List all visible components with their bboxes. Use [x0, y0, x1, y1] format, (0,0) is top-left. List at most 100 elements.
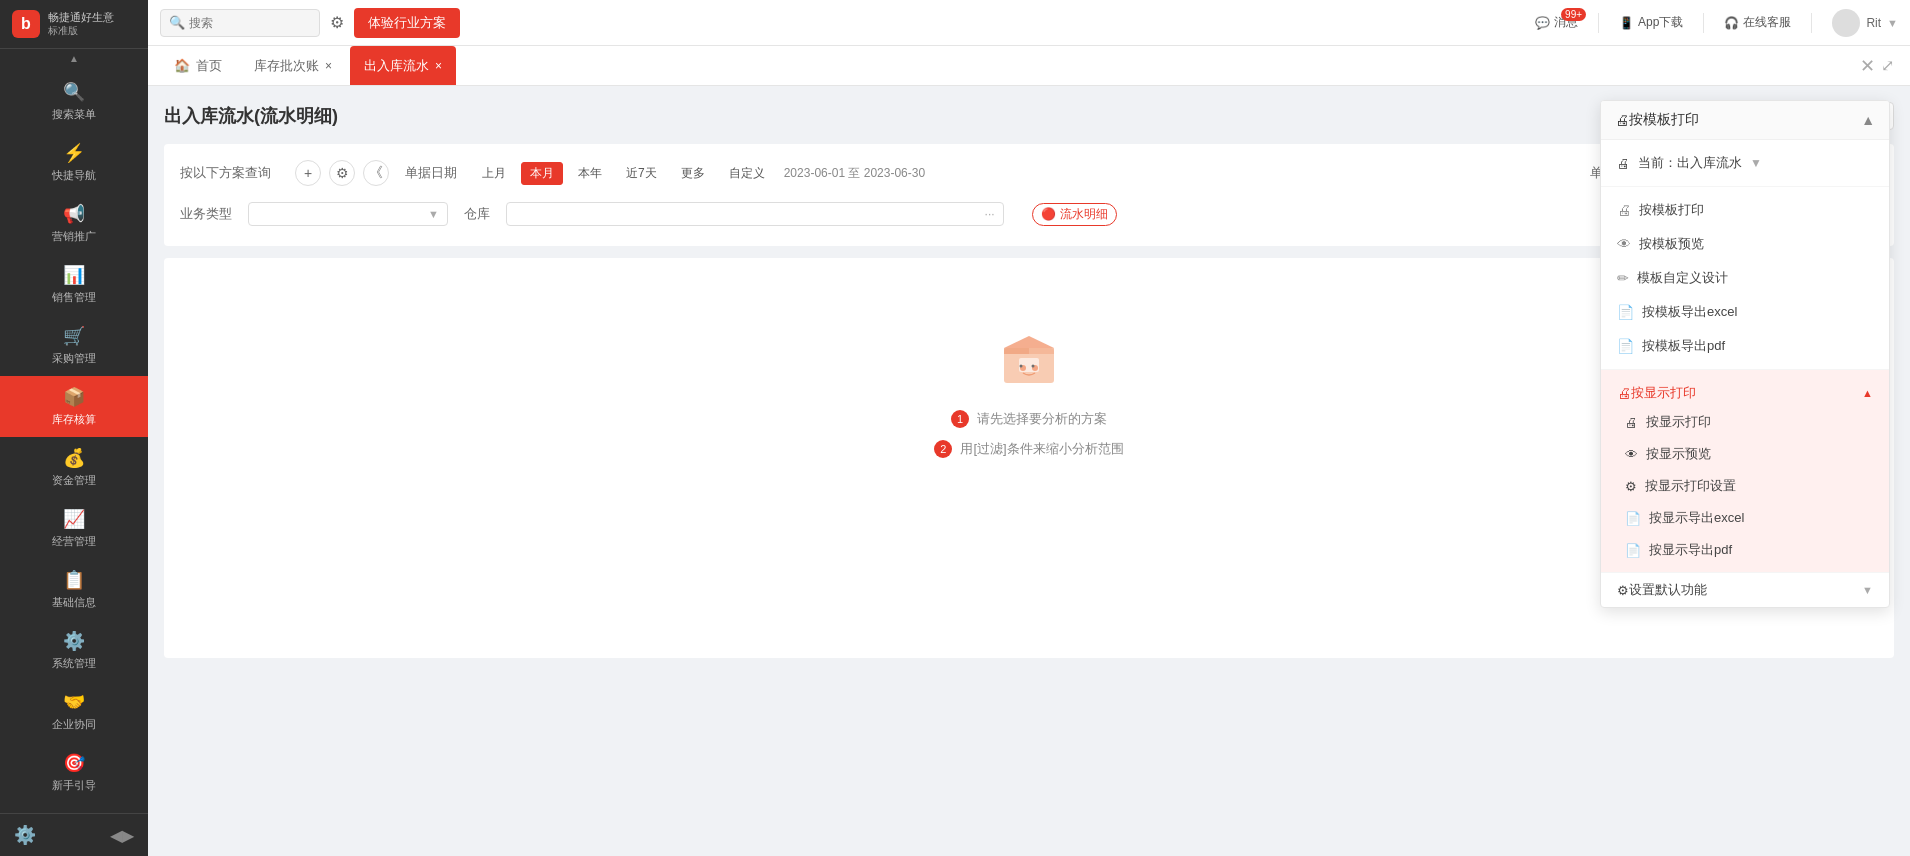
sidebar-item-marketing[interactable]: 📢 营销推广: [0, 193, 148, 254]
display-pdf-item[interactable]: 📄 按显示导出pdf: [1601, 534, 1889, 566]
collapse-filter-btn[interactable]: 《: [363, 160, 389, 186]
svg-marker-1: [1004, 336, 1054, 348]
sidebar-item-purchase[interactable]: 🛒 采购管理: [0, 315, 148, 376]
empty-step-2-text: 用[过滤]条件来缩小分析范围: [960, 440, 1123, 458]
display-preview-item[interactable]: 👁 按显示预览: [1601, 438, 1889, 470]
current-selection-item[interactable]: 🖨 当前：出入库流水 ▼: [1601, 146, 1889, 180]
tab-batch-account[interactable]: 库存批次账 ×: [240, 46, 346, 85]
date-btn-this-year[interactable]: 本年: [569, 162, 611, 185]
template-preview-item[interactable]: 👁 按模板预览: [1601, 227, 1889, 261]
display-print-chevron: ▲: [1862, 387, 1873, 399]
purchase-icon: 🛒: [63, 325, 85, 347]
warehouse-select[interactable]: ···: [506, 202, 1004, 226]
dprint-icon: 🖨: [1625, 415, 1638, 430]
dropdown-footer[interactable]: ⚙ 设置默认功能 ▼: [1601, 573, 1889, 607]
tpdf-icon: 📄: [1617, 338, 1634, 354]
app-download-label: App下载: [1638, 14, 1683, 31]
scroll-up-indicator[interactable]: ▲: [0, 49, 148, 67]
cooperation-icon: 🤝: [63, 691, 85, 713]
dropdown-header: 🖨 按模板打印 ▲: [1601, 101, 1889, 140]
sidebar-item-search[interactable]: 🔍 搜索菜单: [0, 71, 148, 132]
empty-step-1-text: 请先选择要分析的方案: [977, 410, 1107, 428]
sidebar-item-label: 快捷导航: [52, 168, 96, 183]
date-btn-more[interactable]: 更多: [672, 162, 714, 185]
tab-flow-close[interactable]: ×: [435, 59, 442, 73]
sidebar-item-apps[interactable]: 🧩 应用中心: [0, 803, 148, 813]
dpreview-icon: 👁: [1625, 447, 1638, 462]
search-input[interactable]: [189, 16, 289, 30]
inventory-icon: 📦: [63, 386, 85, 408]
chip-group: 🔴 流水明细: [1032, 203, 1117, 226]
current-arrow-icon: ▼: [1750, 156, 1762, 170]
display-print-header[interactable]: 🖨 按显示打印 ▲: [1601, 376, 1889, 406]
sidebar-settings-icon[interactable]: ⚙️: [14, 824, 36, 846]
settings-filter-btn[interactable]: ⚙: [329, 160, 355, 186]
sidebar-item-label: 资金管理: [52, 473, 96, 488]
user-menu[interactable]: Rit ▼: [1832, 9, 1898, 37]
topbar-search-box[interactable]: 🔍: [160, 9, 320, 37]
flow-detail-chip[interactable]: 🔴 流水明细: [1032, 203, 1117, 226]
date-btn-last-month[interactable]: 上月: [473, 162, 515, 185]
app-name: 畅捷通好生意: [48, 10, 114, 24]
current-label: 当前：出入库流水: [1638, 154, 1742, 172]
sidebar-item-operations[interactable]: 📈 经营管理: [0, 498, 148, 559]
empty-illustration: [989, 318, 1069, 398]
expand-icon[interactable]: ⤢: [1881, 56, 1894, 75]
template-design-item[interactable]: ✏ 模板自定义设计: [1601, 261, 1889, 295]
tab-flow[interactable]: 出入库流水 ×: [350, 46, 456, 85]
template-print-item[interactable]: 🖨 按模板打印: [1601, 193, 1889, 227]
topbar: 🔍 ⚙ 体验行业方案 💬 消息 99+ 📱 App下载 🎧 在线客服 Rit ▼: [148, 0, 1910, 46]
warehouse-label: 仓库: [464, 205, 490, 223]
svg-point-7: [1020, 365, 1023, 368]
date-btn-7days[interactable]: 近7天: [617, 162, 666, 185]
close-page-icon[interactable]: ✕: [1860, 55, 1875, 77]
dprintsettings-icon: ⚙: [1625, 479, 1637, 494]
display-preview-label: 按显示预览: [1646, 445, 1711, 463]
sidebar-item-sales[interactable]: 📊 销售管理: [0, 254, 148, 315]
service-icon: 🎧: [1724, 16, 1739, 30]
tab-batch-close[interactable]: ×: [325, 59, 332, 73]
display-print-section: 🖨 按显示打印 ▲ 🖨 按显示打印 👁 按显示预览 ⚙ 按显示打印设置 📄 按显…: [1601, 370, 1889, 573]
template-design-label: 模板自定义设计: [1637, 269, 1873, 287]
sidebar-item-system[interactable]: ⚙️ 系统管理: [0, 620, 148, 681]
biz-type-dropdown[interactable]: ▼: [248, 202, 448, 226]
sidebar-item-inventory[interactable]: 📦 库存核算: [0, 376, 148, 437]
svg-point-8: [1032, 365, 1035, 368]
template-excel-item[interactable]: 📄 按模板导出excel: [1601, 295, 1889, 329]
home-icon: 🏠: [174, 58, 190, 73]
gear-icon[interactable]: ⚙: [330, 13, 344, 32]
sidebar-bottom: ⚙️ ◀▶: [0, 813, 148, 856]
dropdown-chevron-up[interactable]: ▲: [1861, 112, 1875, 128]
tab-home[interactable]: 🏠 首页: [160, 46, 236, 85]
quicknav-icon: ⚡: [63, 142, 85, 164]
sidebar-collapse-icon[interactable]: ◀▶: [110, 826, 134, 845]
message-badge: 99+: [1561, 8, 1586, 21]
date-btn-this-month[interactable]: 本月: [521, 162, 563, 185]
industry-btn[interactable]: 体验行业方案: [354, 8, 460, 38]
sidebar-item-quick-nav[interactable]: ⚡ 快捷导航: [0, 132, 148, 193]
dexcel-icon: 📄: [1625, 511, 1641, 526]
sidebar-item-guide[interactable]: 🎯 新手引导: [0, 742, 148, 803]
online-service-btn[interactable]: 🎧 在线客服: [1724, 14, 1791, 31]
sidebar-item-basics[interactable]: 📋 基础信息: [0, 559, 148, 620]
app-badge: 标准版: [48, 24, 114, 38]
sidebar-item-cooperation[interactable]: 🤝 企业协同: [0, 681, 148, 742]
tabs-bar: 🏠 首页 库存批次账 × 出入库流水 × ✕ ⤢: [148, 46, 1910, 86]
display-print-header-label: 按显示打印: [1631, 384, 1696, 402]
display-excel-item[interactable]: 📄 按显示导出excel: [1601, 502, 1889, 534]
display-print-item[interactable]: 🖨 按显示打印: [1601, 406, 1889, 438]
app-download-btn[interactable]: 📱 App下载: [1619, 14, 1683, 31]
template-pdf-item[interactable]: 📄 按模板导出pdf: [1601, 329, 1889, 363]
print-dropdown-panel: 🖨 按模板打印 ▲ 🖨 当前：出入库流水 ▼ 🖨 按模板打印 👁 按模板预览 ✏…: [1600, 100, 1890, 608]
display-settings-label: 按显示打印设置: [1645, 477, 1736, 495]
sidebar-item-finance[interactable]: 💰 资金管理: [0, 437, 148, 498]
sidebar-item-label: 系统管理: [52, 656, 96, 671]
filter-actions: + ⚙ 《: [295, 160, 389, 186]
sidebar-item-label: 采购管理: [52, 351, 96, 366]
add-filter-btn[interactable]: +: [295, 160, 321, 186]
search-icon: 🔍: [63, 81, 85, 103]
display-print-settings-item[interactable]: ⚙ 按显示打印设置: [1601, 470, 1889, 502]
messages-btn[interactable]: 💬 消息 99+: [1535, 14, 1578, 31]
svg-rect-4: [1029, 348, 1054, 354]
date-btn-custom[interactable]: 自定义: [720, 162, 774, 185]
